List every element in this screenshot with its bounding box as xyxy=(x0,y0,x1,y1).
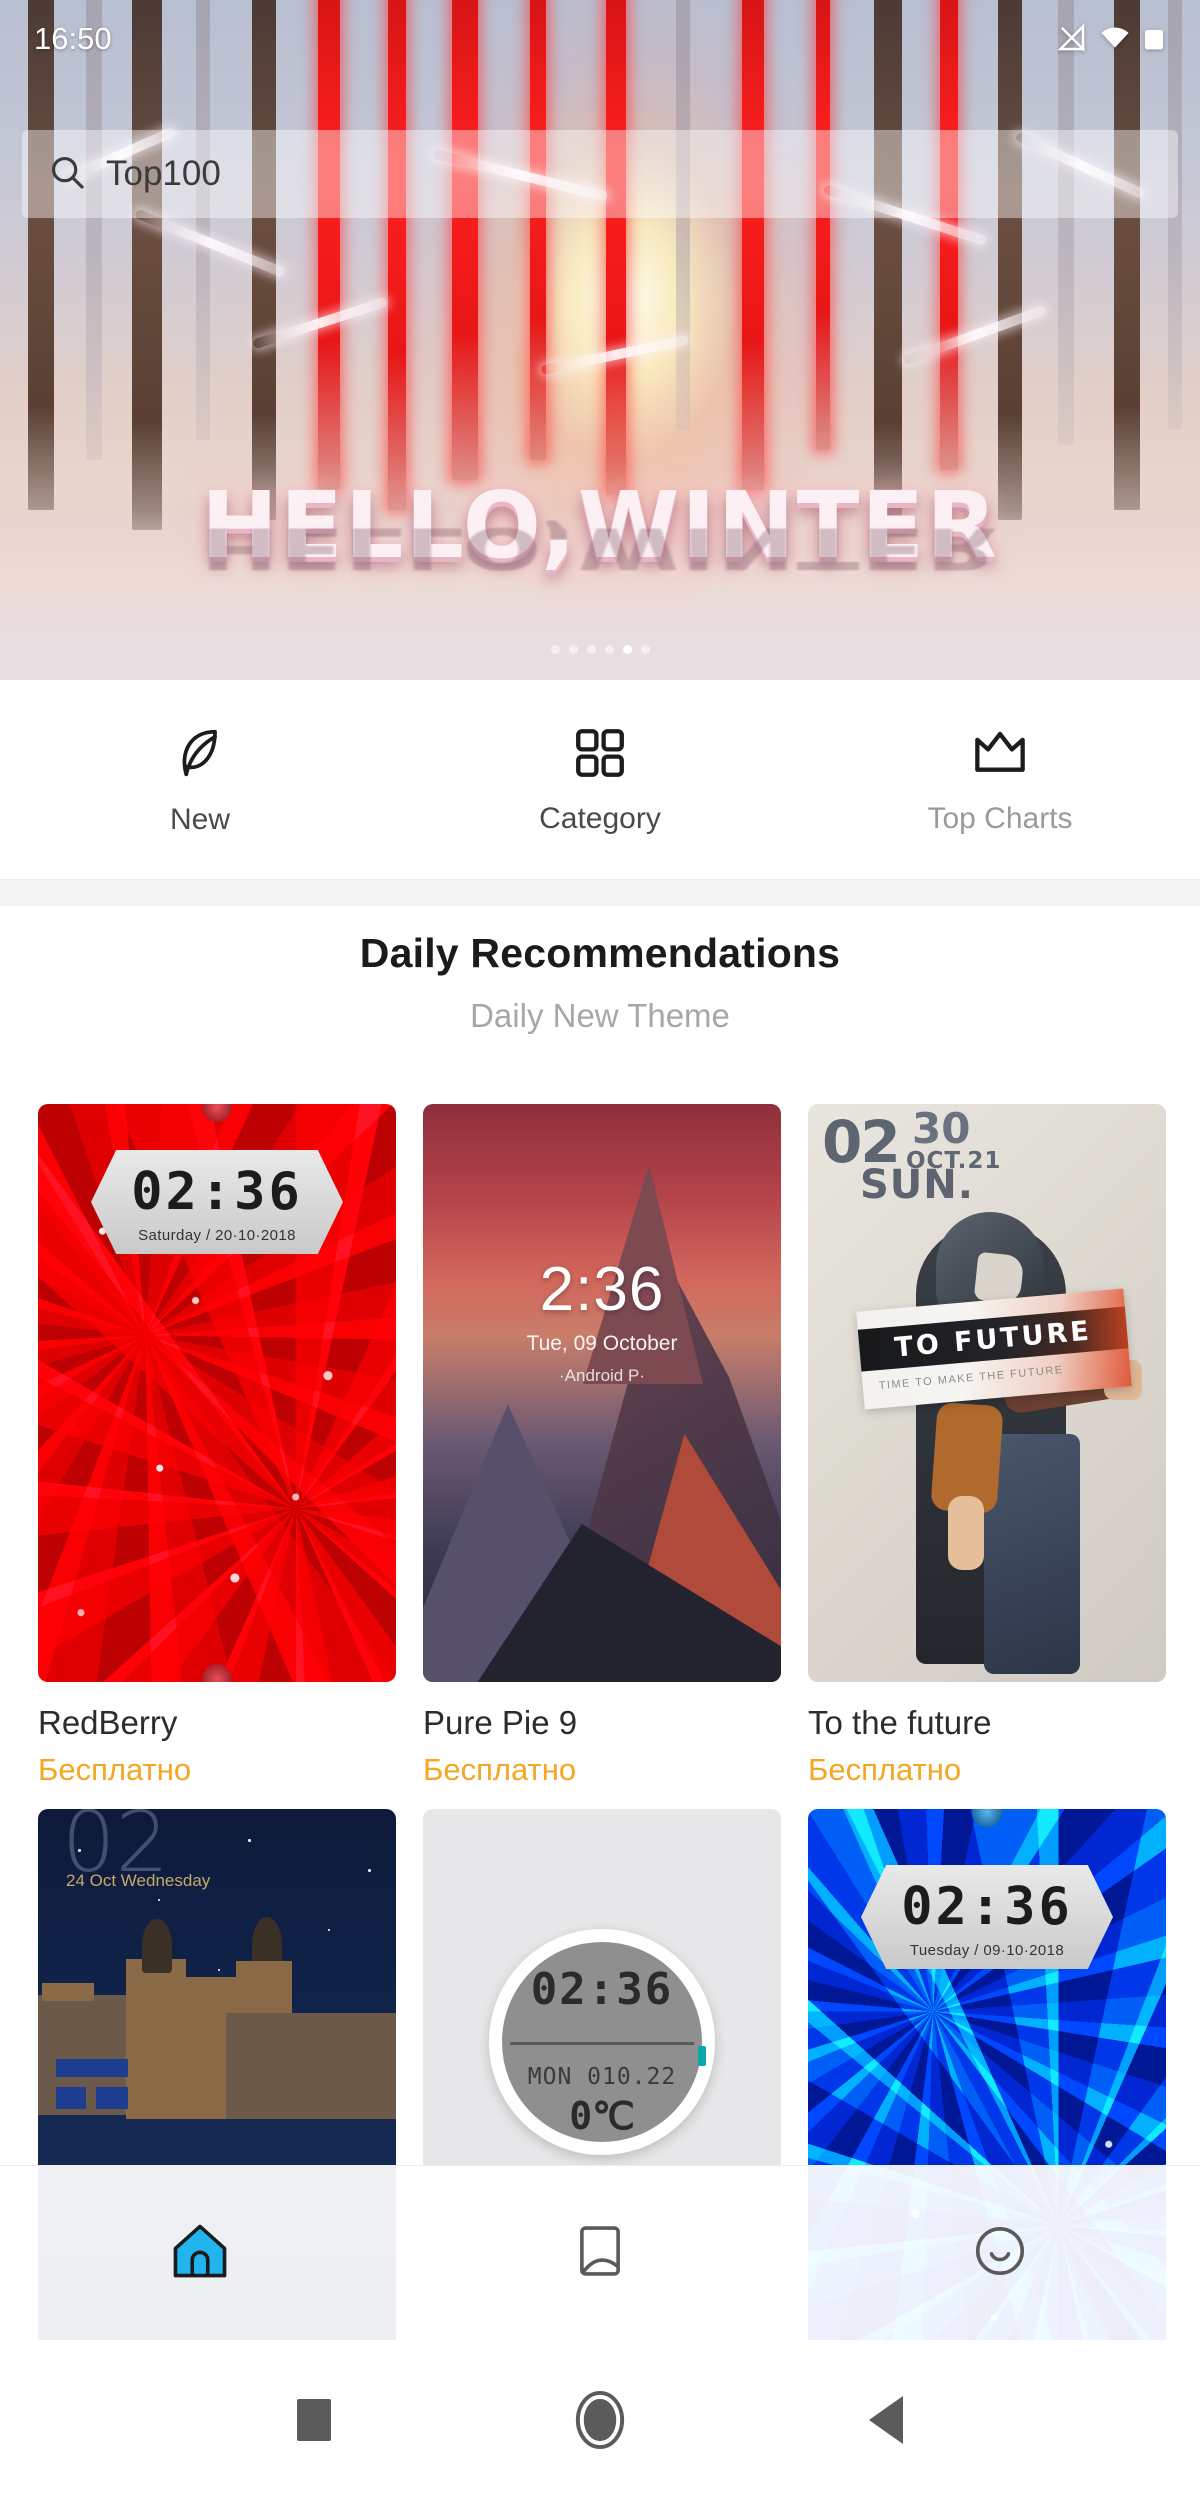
lockscreen-date: Tuesday / 09·10·2018 xyxy=(909,1942,1065,1959)
wallpaper-icon[interactable] xyxy=(571,2222,629,2285)
section-divider xyxy=(0,880,1200,906)
lockscreen-date: 24 Oct Wednesday xyxy=(66,1871,211,1890)
future-artwork: 02 30 OCT.21 SUN. TO FUTURE TIME TO MAKE… xyxy=(808,1104,1166,1682)
theme-thumbnail[interactable]: 02:36 Saturday / 20·10·2018 xyxy=(38,1104,396,1682)
lockscreen-subtitle: ·Android P· xyxy=(559,1366,645,1385)
smiley-icon[interactable] xyxy=(971,2222,1029,2285)
theme-name: RedBerry xyxy=(38,1704,178,1741)
primary-tab-row: New Category Top Charts xyxy=(0,680,1200,880)
recents-square-icon[interactable] xyxy=(297,2399,331,2441)
carousel-dot-active[interactable] xyxy=(622,645,632,654)
lockscreen-date: Saturday / 20·10·2018 xyxy=(138,1227,296,1244)
lockscreen-clock-widget: 02:36 Saturday / 20·10·2018 xyxy=(91,1150,343,1254)
grid-icon xyxy=(571,724,629,782)
tab-new-label: New xyxy=(169,802,230,836)
lockscreen-clock-widget: 02:36 Tuesday / 09·10·2018 xyxy=(861,1865,1113,1969)
page-subtitle: Daily New Theme xyxy=(470,997,730,1034)
theme-card[interactable]: 02 30 OCT.21 SUN. TO FUTURE TIME TO MAKE… xyxy=(808,1104,1166,1788)
tab-category-label: Category xyxy=(539,801,661,835)
carousel-dot[interactable] xyxy=(604,645,614,654)
theme-card[interactable]: 02:36 Saturday / 20·10·2018 RedBerry Бес… xyxy=(38,1104,396,1788)
carousel-dot[interactable] xyxy=(640,645,650,654)
battery-icon xyxy=(1142,26,1166,52)
tab-top-charts[interactable]: Top Charts xyxy=(800,724,1200,836)
theme-price: Бесплатно xyxy=(423,1752,577,1787)
lockscreen-day: 30 xyxy=(912,1104,971,1153)
future-banner-subtext: TIME TO MAKE THE FUTURE xyxy=(878,1364,1065,1393)
carousel-dot[interactable] xyxy=(550,645,560,654)
search-icon xyxy=(48,153,86,196)
signal-icon xyxy=(1058,24,1088,54)
status-bar: 16:50 xyxy=(0,0,1200,78)
watch-face: 02:36 MON 010.22 0℃ xyxy=(489,1929,715,2155)
search-input[interactable]: Top100 xyxy=(106,154,221,194)
hero-ground-glow xyxy=(0,510,1200,680)
lockscreen-time: 02:36 xyxy=(131,1162,303,1222)
lockscreen-temperature: 0℃ xyxy=(569,2094,635,2138)
search-bar[interactable]: Top100 xyxy=(22,130,1178,218)
home-icon[interactable] xyxy=(169,2220,231,2287)
theme-thumbnail[interactable]: 2:36 Tue, 09 October ·Android P· xyxy=(423,1104,781,1682)
carousel-dot[interactable] xyxy=(568,645,578,654)
carousel-dot[interactable] xyxy=(586,645,596,654)
theme-card[interactable]: 2:36 Tue, 09 October ·Android P· Pure Pi… xyxy=(423,1104,781,1788)
status-clock: 16:50 xyxy=(34,21,112,56)
lockscreen-time: 02:36 xyxy=(530,1964,674,2015)
tab-new[interactable]: New xyxy=(0,723,400,837)
lockscreen-weekday: SUN. xyxy=(860,1162,974,1208)
tab-top-charts-label: Top Charts xyxy=(927,801,1073,835)
status-icons xyxy=(1058,24,1166,54)
theme-price: Бесплатно xyxy=(38,1752,192,1787)
lockscreen-time: 2:36 xyxy=(539,1255,665,1324)
carousel-indicator[interactable] xyxy=(0,645,1200,654)
android-system-nav xyxy=(0,2340,1200,2500)
purepie-artwork xyxy=(423,1104,781,1682)
nav-item-wallpaper[interactable] xyxy=(400,2222,800,2285)
lockscreen-date: Tue, 09 October xyxy=(526,1332,678,1355)
theme-thumbnail[interactable]: 02 30 OCT.21 SUN. TO FUTURE TIME TO MAKE… xyxy=(808,1104,1166,1682)
crown-icon xyxy=(969,724,1031,782)
page-title: Daily Recommendations xyxy=(359,930,841,976)
theme-name: Pure Pie 9 xyxy=(423,1704,578,1741)
theme-name: To the future xyxy=(808,1704,992,1741)
leaf-icon xyxy=(170,723,230,783)
wifi-icon xyxy=(1099,24,1131,54)
hero-banner[interactable]: HELLO,WINTER HELLO,WINTER xyxy=(0,0,1200,680)
tab-category[interactable]: Category xyxy=(400,724,800,836)
section-header: Daily Recommendations Daily New Theme xyxy=(0,930,1200,1035)
bottom-navigation-bar xyxy=(0,2165,1200,2340)
theme-price: Бесплатно xyxy=(808,1752,962,1787)
back-triangle-icon[interactable] xyxy=(869,2396,903,2444)
home-circle-icon[interactable] xyxy=(571,2388,629,2452)
nav-item-home[interactable] xyxy=(0,2220,400,2287)
future-banner-text: TO FUTURE xyxy=(893,1314,1093,1364)
nav-item-profile[interactable] xyxy=(800,2222,1200,2285)
lockscreen-time: 02:36 xyxy=(901,1877,1073,1937)
lockscreen-date: MON 010.22 xyxy=(527,2064,677,2090)
